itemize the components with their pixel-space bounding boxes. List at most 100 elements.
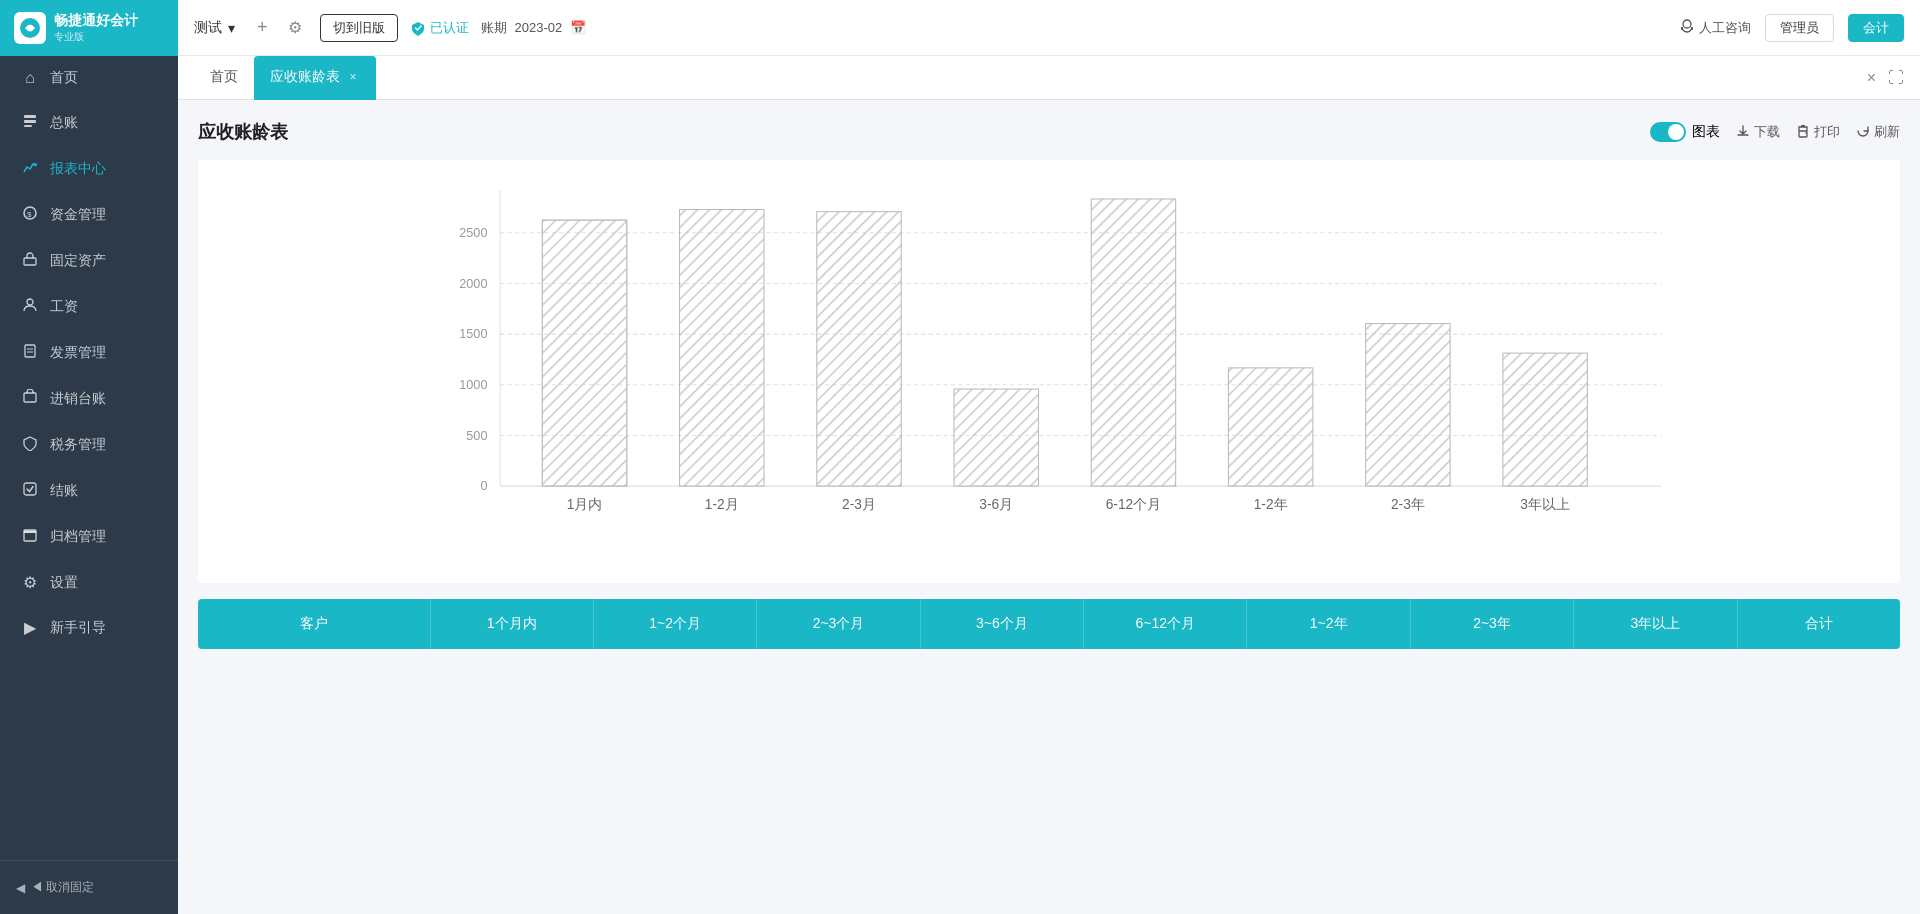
sidebar-item-home[interactable]: ⌂ 首页 — [0, 56, 178, 100]
tabs-bar: 首页 应收账龄表 × × ⛶ — [178, 56, 1920, 100]
svg-rect-15 — [1681, 27, 1683, 30]
certified-label: 已认证 — [430, 19, 469, 37]
svg-text:1-2月: 1-2月 — [705, 497, 739, 512]
svg-point-7 — [27, 299, 33, 305]
window-expand-icon[interactable]: ⛶ — [1888, 69, 1904, 87]
sidebar-item-archive[interactable]: 归档管理 — [0, 514, 178, 560]
sidebar-label-home: 首页 — [50, 69, 78, 87]
payroll-icon — [20, 297, 40, 317]
bar-3-6月 — [954, 389, 1038, 486]
print-icon — [1796, 124, 1810, 141]
svg-text:$: $ — [27, 210, 32, 219]
topbar-right: 人工咨询 管理员 会计 — [1679, 14, 1904, 42]
chart-toggle-label: 图表 — [1692, 123, 1720, 141]
sidebar-item-tax[interactable]: 税务管理 — [0, 422, 178, 468]
topbar-actions: + ⚙ — [251, 15, 308, 40]
tab-close-btn[interactable]: × — [346, 70, 360, 84]
tab-home[interactable]: 首页 — [194, 56, 254, 100]
gear-btn[interactable]: ⚙ — [282, 16, 308, 39]
svg-text:2-3月: 2-3月 — [842, 497, 876, 512]
svg-rect-1 — [24, 115, 36, 118]
tab-ar-aging-label: 应收账龄表 — [270, 68, 340, 86]
home-icon: ⌂ — [20, 69, 40, 87]
col-header-1-2year: 1~2年 — [1247, 599, 1410, 649]
sidebar-label-archive: 归档管理 — [50, 528, 106, 546]
sidebar-label-ledger: 总账 — [50, 114, 78, 132]
page-title-bar: 应收账龄表 图表 下载 — [198, 120, 1900, 144]
sidebar-label-tax: 税务管理 — [50, 436, 106, 454]
project-selector[interactable]: 测试 ▾ — [194, 19, 235, 37]
cancel-fixed-btn[interactable]: ◀ ◀ 取消固定 — [0, 871, 178, 904]
sidebar-item-payroll[interactable]: 工资 — [0, 284, 178, 330]
svg-rect-8 — [25, 345, 35, 357]
col-header-customer: 客户 — [198, 599, 431, 649]
app-edition: 专业版 — [54, 30, 138, 44]
tab-ar-aging[interactable]: 应收账龄表 × — [254, 56, 376, 100]
sidebar-item-trade[interactable]: 进销台账 — [0, 376, 178, 422]
sidebar-label-settings: 设置 — [50, 574, 78, 592]
refresh-btn[interactable]: 刷新 — [1856, 123, 1900, 141]
main-area: 测试 ▾ + ⚙ 切到旧版 已认证 账期 2023-02 📅 — [178, 0, 1920, 914]
shield-icon — [410, 20, 426, 36]
svg-text:1500: 1500 — [459, 327, 487, 341]
svg-text:1月内: 1月内 — [567, 497, 603, 512]
svg-rect-2 — [24, 120, 36, 123]
svg-text:500: 500 — [466, 429, 487, 443]
svg-rect-11 — [24, 393, 36, 402]
col-header-6-12month: 6~12个月 — [1084, 599, 1247, 649]
svg-text:0: 0 — [480, 479, 487, 493]
switch-old-version-btn[interactable]: 切到旧版 — [320, 14, 398, 42]
print-btn[interactable]: 打印 — [1796, 123, 1840, 141]
sidebar-bottom: ◀ ◀ 取消固定 — [0, 860, 178, 914]
settings-icon: ⚙ — [20, 573, 40, 592]
invoice-icon — [20, 343, 40, 363]
sidebar-item-funds[interactable]: $ 资金管理 — [0, 192, 178, 238]
window-close-icon[interactable]: × — [1867, 69, 1876, 87]
table-header: 客户 1个月内 1~2个月 2~3个月 3~6个月 6~12个月 1~2年 2~… — [198, 599, 1900, 649]
sidebar-item-settings[interactable]: ⚙ 设置 — [0, 560, 178, 605]
sidebar-item-assets[interactable]: 固定资产 — [0, 238, 178, 284]
svg-rect-3 — [24, 125, 32, 127]
svg-text:3-6月: 3-6月 — [979, 497, 1013, 512]
svg-text:3年以上: 3年以上 — [1520, 497, 1570, 512]
page-content: 应收账龄表 图表 下载 — [178, 100, 1920, 914]
ledger-icon — [20, 113, 40, 133]
bar-2-3年 — [1366, 324, 1450, 487]
calendar-icon[interactable]: 📅 — [570, 20, 586, 35]
cancel-fixed-label: ◀ 取消固定 — [31, 879, 94, 896]
app-title: 畅捷通好会计 — [54, 12, 138, 30]
manager-btn[interactable]: 管理员 — [1765, 14, 1834, 42]
bar-1月内 — [542, 220, 626, 486]
download-icon — [1736, 124, 1750, 141]
download-btn[interactable]: 下载 — [1736, 123, 1780, 141]
toggle-track[interactable] — [1650, 122, 1686, 142]
page-title: 应收账龄表 — [198, 120, 288, 144]
svg-text:2000: 2000 — [459, 277, 487, 291]
svg-text:1000: 1000 — [459, 378, 487, 392]
col-header-1month: 1个月内 — [431, 599, 594, 649]
svg-point-19 — [1805, 132, 1807, 134]
sidebar-item-closing[interactable]: 结账 — [0, 468, 178, 514]
sidebar-label-closing: 结账 — [50, 482, 78, 500]
sidebar-item-reports[interactable]: 报表中心 — [0, 146, 178, 192]
svg-rect-12 — [24, 483, 36, 495]
chart-toggle[interactable]: 图表 — [1650, 122, 1720, 142]
svg-rect-6 — [24, 258, 36, 265]
sidebar-item-invoice[interactable]: 发票管理 — [0, 330, 178, 376]
ar-aging-table: 客户 1个月内 1~2个月 2~3个月 3~6个月 6~12个月 1~2年 2~… — [198, 599, 1900, 649]
archive-icon — [20, 527, 40, 547]
support-label: 人工咨询 — [1699, 19, 1751, 37]
col-header-1-2month: 1~2个月 — [594, 599, 757, 649]
page-actions: 图表 下载 — [1650, 122, 1900, 142]
col-header-3plus: 3年以上 — [1574, 599, 1737, 649]
bar-1-2月 — [680, 210, 764, 487]
sidebar-item-ledger[interactable]: 总账 — [0, 100, 178, 146]
add-btn[interactable]: + — [251, 15, 274, 40]
reports-icon — [20, 159, 40, 179]
sidebar-item-guide[interactable]: ▶ 新手引导 — [0, 605, 178, 650]
support-btn[interactable]: 人工咨询 — [1679, 18, 1751, 37]
closing-icon — [20, 481, 40, 501]
accountant-btn[interactable]: 会计 — [1848, 14, 1904, 42]
tab-home-label: 首页 — [210, 68, 238, 86]
dropdown-icon: ▾ — [228, 20, 235, 36]
